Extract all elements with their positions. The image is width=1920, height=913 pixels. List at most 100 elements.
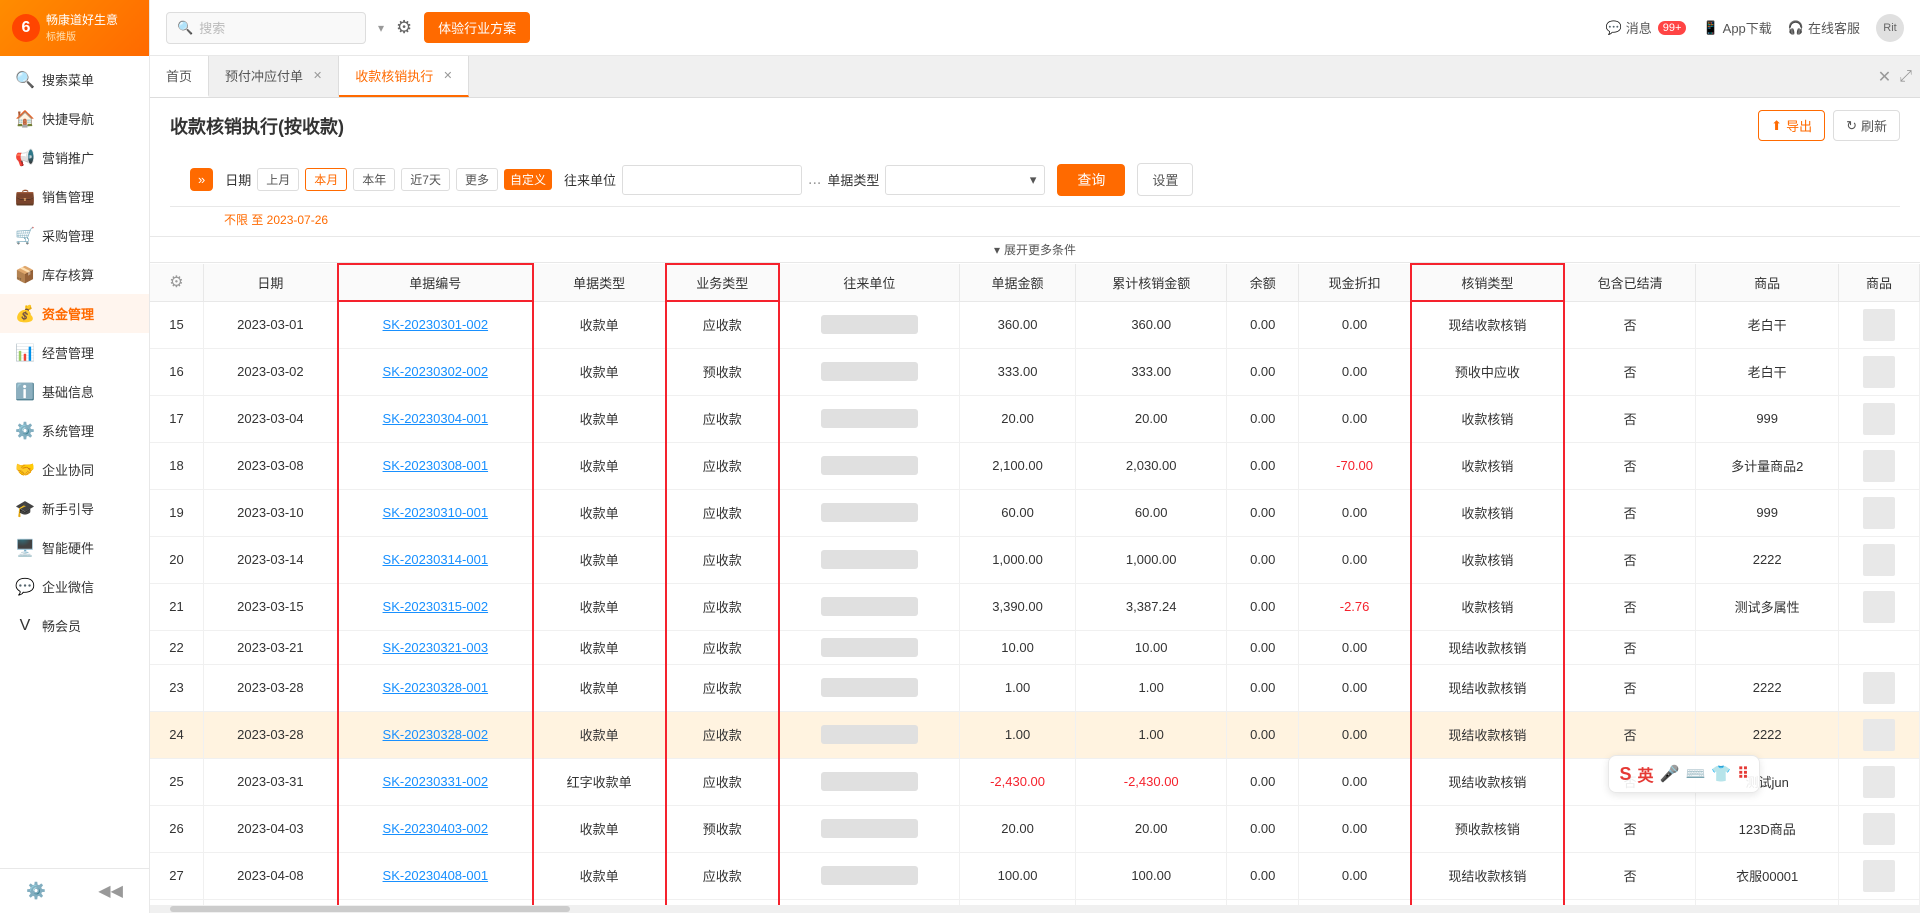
doc-no-link[interactable]: SK-20230328-002 <box>383 727 489 742</box>
sidebar-item-purchase[interactable]: 🛒 采购管理 <box>0 216 149 255</box>
cell-biz-type: 预收款 <box>666 805 779 852</box>
cell-product2 <box>1838 348 1919 395</box>
cell-balance: 0.00 <box>1227 630 1299 664</box>
sidebar-item-finance[interactable]: 💰 资金管理 <box>0 294 149 333</box>
tab-fullscreen-button[interactable]: ⤢ <box>1899 68 1912 86</box>
sidebar-item-guide[interactable]: 🎓 新手引导 <box>0 489 149 528</box>
th-discount: 现金折扣 <box>1299 264 1411 301</box>
sidebar-item-label: 企业微信 <box>42 577 94 596</box>
cell-doc-no: SK-20230302-002 <box>338 348 533 395</box>
sidebar-item-search[interactable]: 🔍 搜索菜单 <box>0 60 149 99</box>
search-placeholder: 搜索 <box>199 18 225 37</box>
keyboard-icon[interactable]: ⌨️ <box>1685 764 1705 784</box>
sidebar-item-marketing[interactable]: 📢 营销推广 <box>0 138 149 177</box>
filter-counterpart-input[interactable] <box>622 165 802 195</box>
sidebar-item-quick-nav[interactable]: 🏠 快捷导航 <box>0 99 149 138</box>
doc-no-link[interactable]: SK-20230328-001 <box>383 680 489 695</box>
th-date: 日期 <box>203 264 337 301</box>
query-button[interactable]: 查询 <box>1057 164 1125 196</box>
cell-balance: 0.00 <box>1227 711 1299 758</box>
cell-amount: 2,100.00 <box>960 442 1076 489</box>
sidebar-item-basic[interactable]: ℹ️ 基础信息 <box>0 372 149 411</box>
sidebar-item-hardware[interactable]: 🖥️ 智能硬件 <box>0 528 149 567</box>
doc-no-link[interactable]: SK-20230315-002 <box>383 599 489 614</box>
app-download-button[interactable]: 📱 App下载 <box>1702 18 1771 37</box>
sidebar-settings-button[interactable]: ⚙️ <box>22 877 50 905</box>
shirt-icon[interactable]: 👕 <box>1711 764 1731 784</box>
filter-toggle-button[interactable]: » <box>190 168 213 191</box>
cell-date: 2023-03-02 <box>203 348 337 395</box>
doc-no-link[interactable]: SK-20230314-001 <box>383 552 489 567</box>
filter-last-month-btn[interactable]: 上月 <box>257 168 299 191</box>
cell-doc-type: 红字收款单 <box>533 758 666 805</box>
cell-date: 2023-04-08 <box>203 852 337 899</box>
sidebar-item-ops[interactable]: 📊 经营管理 <box>0 333 149 372</box>
cell-verify-type: 收款核销 <box>1411 442 1564 489</box>
doc-no-link[interactable]: SK-20230302-002 <box>383 364 489 379</box>
tab-close-all-button[interactable]: ✕ <box>1878 67 1891 87</box>
filter-this-year-btn[interactable]: 本年 <box>353 168 395 191</box>
cell-cumulative: 1,000.00 <box>1076 536 1227 583</box>
tab-home[interactable]: 首页 <box>150 56 209 97</box>
th-include-settled: 包含已结清 <box>1564 264 1696 301</box>
th-gear[interactable]: ⚙ <box>150 264 203 301</box>
sidebar-item-label: 畅会员 <box>42 616 81 635</box>
cell-verify-type: 现结收款核销 <box>1411 758 1564 805</box>
table-row: 19 2023-03-10 SK-20230310-001 收款单 应收款 ██… <box>150 489 1920 536</box>
gear-icon[interactable]: ⚙ <box>169 274 183 291</box>
tabbar-controls: ✕ ⤢ <box>1878 56 1920 97</box>
cell-biz-type: 应收款 <box>666 630 779 664</box>
doc-no-link[interactable]: SK-20230304-001 <box>383 411 489 426</box>
mic-icon[interactable]: 🎤 <box>1660 764 1680 784</box>
topbar-dropdown-arrow[interactable]: ▾ <box>378 21 384 35</box>
doc-no-link[interactable]: SK-20230403-002 <box>383 821 489 836</box>
filter-doc-type-select[interactable]: ▾ <box>885 165 1045 195</box>
filter-more-btn[interactable]: 更多 <box>456 168 498 191</box>
doc-no-link[interactable]: SK-20230301-002 <box>383 317 489 332</box>
sidebar-item-wechat[interactable]: 💬 企业微信 <box>0 567 149 606</box>
user-avatar[interactable]: Rit <box>1876 14 1904 42</box>
sidebar-item-member[interactable]: V 畅会员 <box>0 606 149 645</box>
filter-this-month-btn[interactable]: 本月 <box>305 168 347 191</box>
filter-7days-btn[interactable]: 近7天 <box>401 168 450 191</box>
cell-date: 2023-03-14 <box>203 536 337 583</box>
sidebar-item-inventory[interactable]: 📦 库存核算 <box>0 255 149 294</box>
cell-biz-type: 应收款 <box>666 489 779 536</box>
logo-icon: 6 <box>12 14 40 42</box>
sidebar-item-system[interactable]: ⚙️ 系统管理 <box>0 411 149 450</box>
cell-product2 <box>1838 805 1919 852</box>
sidebar-collapse-button[interactable]: ◀◀ <box>94 877 127 905</box>
settings-button[interactable]: 设置 <box>1137 163 1193 196</box>
filter-doc-type-label: 单据类型 <box>827 170 879 189</box>
tab-prepay-close[interactable]: ✕ <box>313 69 322 82</box>
sidebar-item-corp[interactable]: 🤝 企业协同 <box>0 450 149 489</box>
industry-solution-button[interactable]: 体验行业方案 <box>424 12 530 43</box>
filter-custom-btn[interactable]: 自定义 <box>504 169 552 190</box>
doc-no-link[interactable]: SK-20230308-001 <box>383 458 489 473</box>
sidebar-item-label: 销售管理 <box>42 187 94 206</box>
cell-include-settled: 否 <box>1564 664 1696 711</box>
doc-no-link[interactable]: SK-20230408-001 <box>383 868 489 883</box>
expand-conditions-bar[interactable]: ▾ 展开更多条件 <box>150 237 1920 263</box>
cell-counterpart: ████ <box>779 758 960 805</box>
cell-amount: 10.00 <box>960 630 1076 664</box>
doc-no-link[interactable]: SK-20230331-002 <box>383 774 489 789</box>
topbar-search-box[interactable]: 🔍 搜索 <box>166 12 366 44</box>
doc-no-link[interactable]: SK-20230310-001 <box>383 505 489 520</box>
sidebar-item-sales[interactable]: 💼 销售管理 <box>0 177 149 216</box>
refresh-button[interactable]: ↻ 刷新 <box>1833 110 1900 141</box>
table-container[interactable]: ⚙ 日期 单据编号 单据类型 业务类型 往来单位 单据金额 累计核销金额 余额 … <box>150 263 1920 905</box>
cell-verify-type: 收款核销 <box>1411 536 1564 583</box>
topbar-gear-icon[interactable]: ⚙ <box>396 17 412 38</box>
export-button[interactable]: ⬆ 导出 <box>1758 110 1825 141</box>
grid-icon[interactable]: ⠿ <box>1737 764 1749 784</box>
tab-collection[interactable]: 收款核销执行 ✕ <box>339 56 469 97</box>
messages-button[interactable]: 💬 消息 99+ <box>1606 18 1687 37</box>
support-button[interactable]: 🎧 在线客服 <box>1788 18 1860 37</box>
tab-prepay[interactable]: 预付冲应付单 ✕ <box>209 56 339 97</box>
cell-product1: 多计量商品2 <box>1696 442 1838 489</box>
table-scrollbar[interactable] <box>150 905 1920 913</box>
tab-collection-close[interactable]: ✕ <box>443 69 452 82</box>
doc-no-link[interactable]: SK-20230321-003 <box>383 640 489 655</box>
cell-product1 <box>1696 630 1838 664</box>
